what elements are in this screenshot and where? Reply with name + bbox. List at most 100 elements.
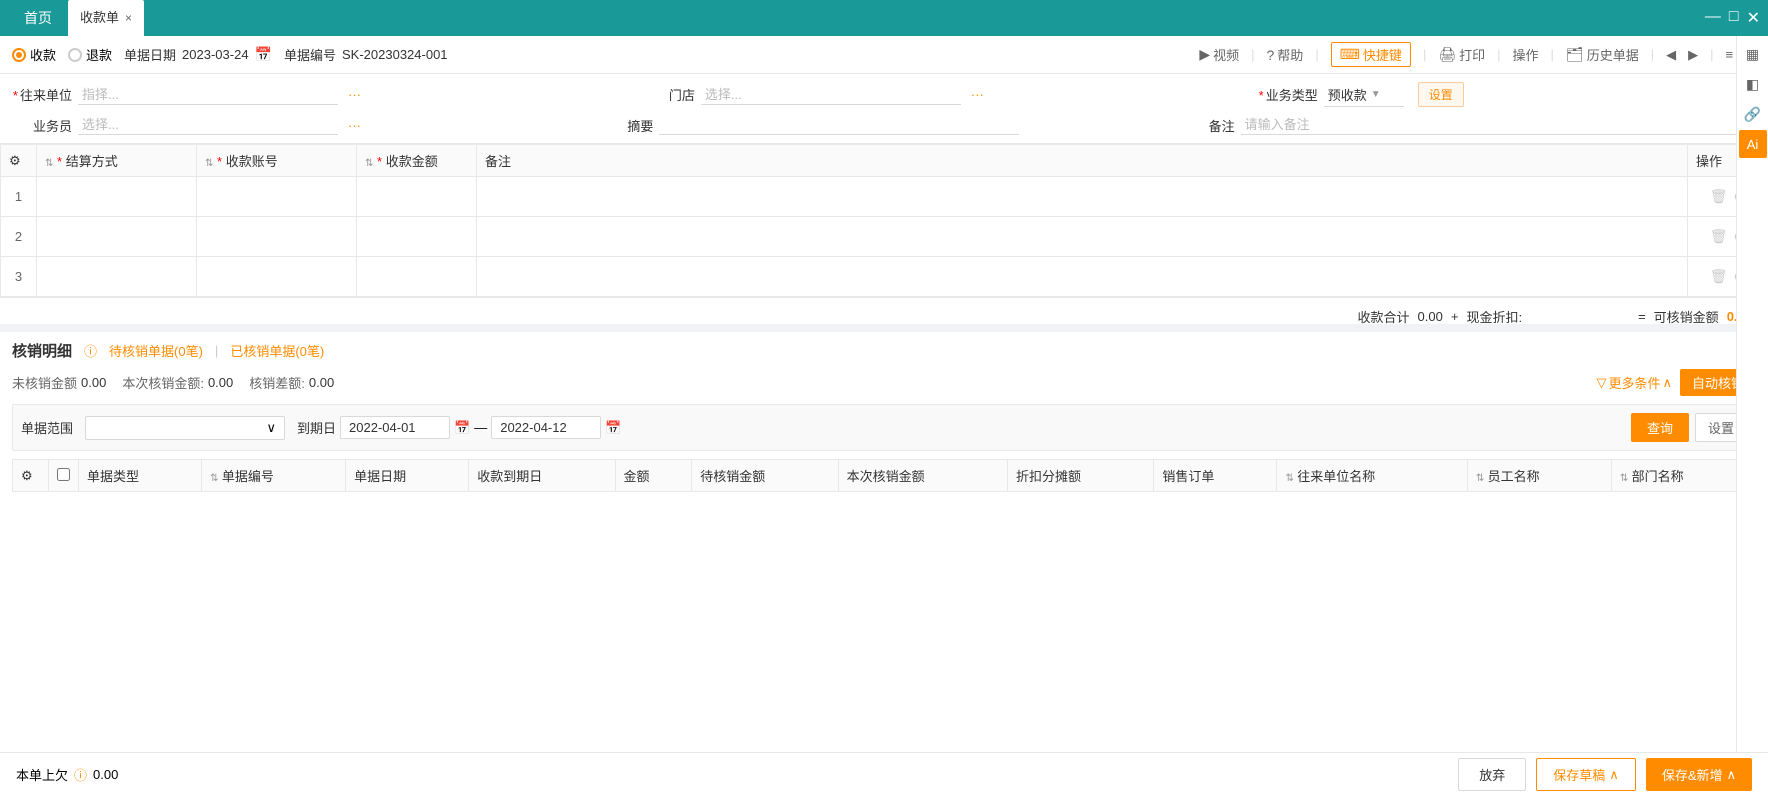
verify-title: 核销明细 — [12, 340, 72, 361]
row-3-delete-icon[interactable]: 🗑 — [1710, 268, 1728, 285]
unchecked-label: 未核销金额 — [12, 373, 77, 392]
sep2: | — [1315, 47, 1318, 62]
tab-receipt[interactable]: 收款单 × — [68, 0, 144, 36]
ai-label: Ai — [1747, 137, 1759, 152]
date-from-icon[interactable]: 📅 — [454, 420, 470, 436]
print-btn[interactable]: 🖨 打印 — [1438, 45, 1485, 64]
radio-refund[interactable]: 退款 — [68, 45, 112, 64]
row-3-amount[interactable] — [357, 257, 477, 297]
form-area: 往来单位 ··· 门店 ··· 业务类型 预收款 ▼ 设置 业务员 — [0, 74, 1768, 144]
counterpart-label: 往来单位 — [12, 85, 72, 104]
discount-input[interactable] — [1530, 306, 1630, 324]
select-all-checkbox[interactable] — [57, 468, 70, 481]
main-content: ▦ ◧ 🔗 Ai 收款 退款 单据日期 2023-03-24 📅 单据编号 SK… — [0, 36, 1768, 796]
sidebar-layout-icon[interactable]: ◧ — [1739, 70, 1767, 98]
sidebar-table-icon[interactable]: ▦ — [1739, 40, 1767, 68]
done-tab[interactable]: 已核销单据(0笔) — [230, 341, 324, 360]
verify-header: 核销明细 ⓘ 待核销单据(0笔) | 已核销单据(0笔) — [12, 340, 1756, 361]
save-draft-arrow: ∧ — [1609, 767, 1619, 783]
row-1-account[interactable] — [197, 177, 357, 217]
date-to-input[interactable] — [491, 416, 601, 439]
radio-receive[interactable]: 收款 — [12, 45, 56, 64]
footer-info-icon[interactable]: ⓘ — [74, 765, 87, 784]
remark-group: 备注 — [1175, 115, 1756, 135]
tab-separator: | — [215, 343, 218, 358]
save-new-btn[interactable]: 保存&新增 ∧ — [1646, 758, 1752, 791]
row-2-amount[interactable] — [357, 217, 477, 257]
view-list-btn[interactable]: ≡ — [1726, 47, 1734, 62]
print-icon: 🖨 — [1438, 46, 1456, 63]
next-btn[interactable]: ▶ — [1688, 47, 1698, 63]
sidebar-link-icon[interactable]: 🔗 — [1739, 100, 1767, 128]
bth-discount-label: 折扣分摊额 — [1016, 469, 1081, 484]
row-2-account[interactable] — [197, 217, 357, 257]
query-btn[interactable]: 查询 — [1631, 413, 1689, 442]
row-1-settlement[interactable] — [37, 177, 197, 217]
th-settlement: ⇅ * 结算方式 — [37, 145, 197, 177]
summary-input[interactable] — [659, 115, 1019, 135]
number-value[interactable]: SK-20230324-001 — [342, 47, 448, 62]
diff-value: 0.00 — [309, 375, 334, 390]
range-dropdown-icon: ∨ — [267, 420, 277, 436]
sep4: | — [1497, 47, 1500, 62]
window-close-icon[interactable]: ✕ — [1747, 8, 1760, 28]
due-date-label: 到期日 — [297, 418, 336, 437]
date-value[interactable]: 2023-03-24 — [182, 47, 249, 62]
tab-close-icon[interactable]: × — [125, 0, 132, 36]
tab-home[interactable]: 首页 — [8, 0, 68, 36]
bth-checkbox[interactable] — [49, 460, 79, 492]
store-label: 门店 — [635, 85, 695, 104]
prev-btn[interactable]: ◀ — [1666, 47, 1676, 63]
row-3-settlement[interactable] — [37, 257, 197, 297]
bth-date-label: 单据日期 — [354, 469, 406, 484]
row-2-num: 2 — [1, 217, 37, 257]
row-1-remark[interactable] — [477, 177, 1688, 217]
history-icon: 🗂 — [1566, 46, 1584, 63]
salesperson-more-icon[interactable]: ··· — [344, 118, 365, 133]
summary-row: 收款合计 0.00 + 现金折扣: = 可核销金额 0.00 — [0, 297, 1768, 324]
summary-group: 摘要 — [593, 115, 1174, 135]
business-type-value: 预收款 — [1328, 85, 1367, 104]
date-to-icon[interactable]: 📅 — [605, 420, 621, 436]
salesperson-input[interactable] — [78, 115, 338, 135]
calendar-icon[interactable]: 📅 — [255, 46, 272, 63]
more-conditions-btn[interactable]: ▽ 更多条件 ∧ — [1596, 373, 1672, 392]
counterpart-input[interactable] — [78, 85, 338, 105]
verify-info-icon[interactable]: ⓘ — [84, 341, 97, 360]
date-from-input[interactable] — [340, 416, 450, 439]
history-btn[interactable]: 🗂 历史单据 — [1566, 45, 1639, 64]
more-conditions-label: 更多条件 — [1608, 373, 1660, 392]
row-2-remark[interactable] — [477, 217, 1688, 257]
settings-btn[interactable]: 设置 — [1418, 82, 1464, 107]
business-type-dropdown-icon: ▼ — [1371, 89, 1381, 100]
sidebar-ai-icon[interactable]: Ai — [1739, 130, 1767, 158]
help-label: 帮助 — [1277, 45, 1303, 64]
store-input[interactable] — [701, 85, 961, 105]
row-2-delete-icon[interactable]: 🗑 — [1710, 228, 1728, 245]
window-max-icon[interactable]: □ — [1729, 8, 1739, 28]
bth-discount: 折扣分摊额 — [1008, 460, 1154, 492]
business-type-select[interactable]: 预收款 ▼ — [1324, 83, 1404, 107]
help-btn[interactable]: ? 帮助 — [1267, 45, 1304, 64]
row-1-delete-icon[interactable]: 🗑 — [1710, 188, 1728, 205]
remark-input[interactable] — [1241, 115, 1756, 135]
save-draft-btn[interactable]: 保存草稿 ∧ — [1536, 758, 1636, 791]
row-2-settlement[interactable] — [37, 217, 197, 257]
shortcut-btn[interactable]: ⌨ 快捷键 — [1331, 42, 1411, 67]
operate-btn[interactable]: 操作 — [1513, 45, 1539, 64]
salesperson-label: 业务员 — [12, 116, 72, 135]
row-3-remark[interactable] — [477, 257, 1688, 297]
abandon-btn[interactable]: 放弃 — [1458, 758, 1526, 791]
form-row-2: 业务员 ··· 摘要 备注 — [12, 115, 1756, 135]
window-min-icon[interactable]: — — [1705, 8, 1721, 28]
counterpart-more-icon[interactable]: ··· — [344, 87, 365, 102]
row-3-account[interactable] — [197, 257, 357, 297]
bth-settings[interactable]: ⚙ — [13, 460, 49, 492]
row-1-amount[interactable] — [357, 177, 477, 217]
range-select[interactable]: ∨ — [85, 416, 285, 440]
store-more-icon[interactable]: ··· — [967, 87, 988, 102]
pending-tab[interactable]: 待核销单据(0笔) — [109, 341, 203, 360]
video-btn[interactable]: ▶ 视频 — [1199, 45, 1239, 64]
th-settings[interactable]: ⚙ — [1, 145, 37, 177]
bth-due-date: 收款到期日 — [469, 460, 615, 492]
